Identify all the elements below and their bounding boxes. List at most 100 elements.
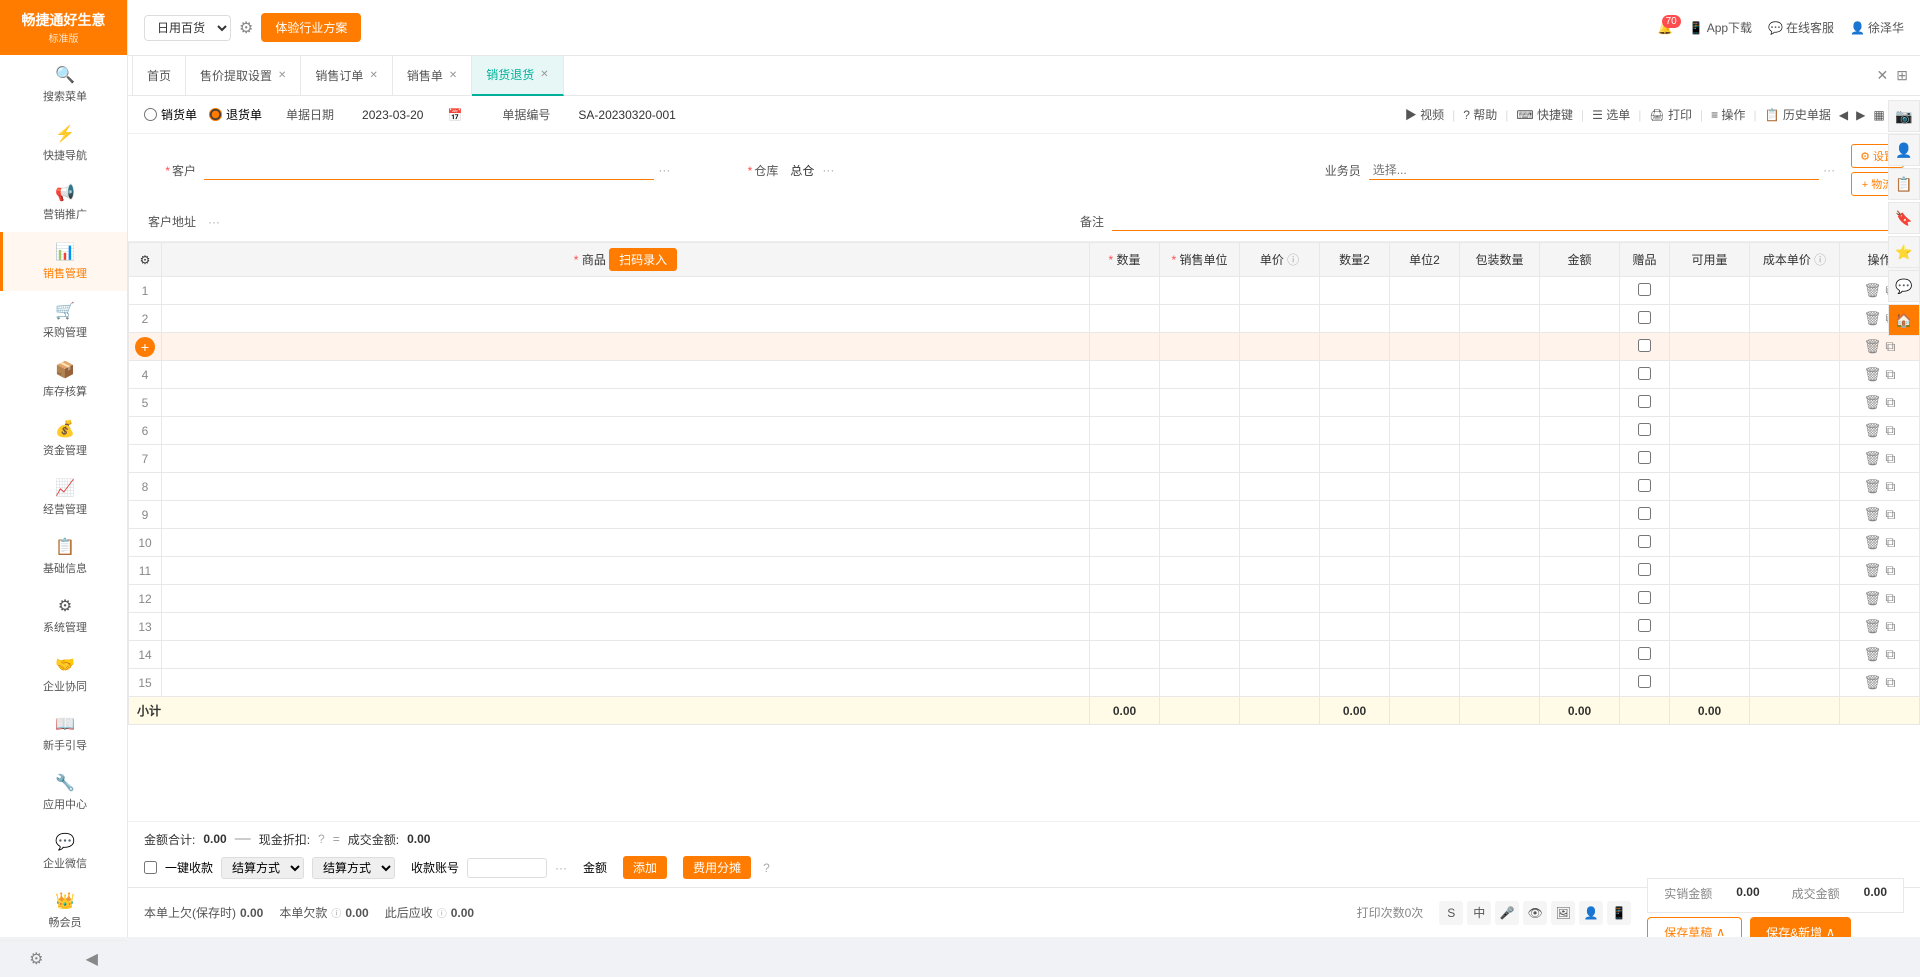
delete-row-icon[interactable]: 🗑 [1864,310,1882,327]
right-btn-photo[interactable]: 📷 [1888,100,1920,132]
qty2-cell[interactable] [1320,585,1390,613]
quantity-cell[interactable] [1090,585,1160,613]
unit2-cell[interactable] [1390,669,1460,697]
fee-split-button[interactable]: 费用分摊 [683,856,751,879]
gift-cell[interactable] [1620,585,1670,613]
amount-cell[interactable] [1540,277,1620,305]
salesperson-select-icon[interactable]: ··· [1823,163,1835,177]
gift-checkbox[interactable] [1638,535,1651,548]
gift-checkbox[interactable] [1638,283,1651,296]
unit2-cell[interactable] [1390,305,1460,333]
gift-cell[interactable] [1620,557,1670,585]
copy-row-icon[interactable]: ⧉ [1885,506,1895,523]
warehouse-select-icon[interactable]: ··· [822,163,834,177]
tool-person-icon[interactable]: 👤 [1579,901,1603,925]
unit2-cell[interactable] [1390,641,1460,669]
gift-checkbox[interactable] [1638,647,1651,660]
available-cell[interactable] [1670,641,1750,669]
unit2-cell[interactable] [1390,585,1460,613]
right-btn-msg[interactable]: 💬 [1888,270,1920,302]
radio-sales-invoice-input[interactable] [144,108,157,121]
quantity-cell[interactable] [1090,333,1160,361]
unit-price-cell[interactable] [1240,305,1320,333]
gift-cell[interactable] [1620,361,1670,389]
available-cell[interactable] [1670,333,1750,361]
category-select[interactable]: 日用百货 [144,15,231,41]
sales-unit-cell[interactable] [1160,305,1240,333]
quantity-cell[interactable] [1090,529,1160,557]
list-view-icon[interactable]: ▦ [1873,108,1884,122]
gift-checkbox[interactable] [1638,619,1651,632]
cost-price-cell[interactable] [1750,473,1840,501]
unit2-cell[interactable] [1390,389,1460,417]
settings-icon[interactable]: ⚙ [29,949,43,969]
delete-row-icon[interactable]: 🗑 [1864,506,1882,523]
amount-cell[interactable] [1540,669,1620,697]
cost-price-cell[interactable] [1750,669,1840,697]
cost-price-cell[interactable] [1750,613,1840,641]
gift-cell[interactable] [1620,305,1670,333]
gift-cell[interactable] [1620,277,1670,305]
copy-row-icon[interactable]: ⧉ [1885,674,1895,691]
pack-qty-cell[interactable] [1460,669,1540,697]
notification-bell[interactable]: 🔔 70 [1658,21,1673,35]
unit-price-cell[interactable] [1240,277,1320,305]
qty2-cell[interactable] [1320,361,1390,389]
delete-row-icon[interactable]: 🗑 [1864,590,1882,607]
pick-btn[interactable]: ☰ 选单 [1592,106,1630,123]
gift-cell[interactable] [1620,333,1670,361]
radio-return[interactable]: 退货单 [209,106,262,123]
pack-qty-cell[interactable] [1460,305,1540,333]
unit-price-cell[interactable] [1240,389,1320,417]
sales-unit-cell[interactable] [1160,613,1240,641]
tool-phone-icon[interactable]: 📱 [1607,901,1631,925]
amount-cell[interactable] [1540,305,1620,333]
qty2-cell[interactable] [1320,641,1390,669]
product-input[interactable] [168,340,1083,354]
gift-cell[interactable] [1620,445,1670,473]
available-cell[interactable] [1670,501,1750,529]
sidebar-item-appstore[interactable]: 🔧 应用中心 [0,763,127,822]
quantity-cell[interactable] [1090,445,1160,473]
unit2-cell[interactable] [1390,277,1460,305]
gift-checkbox[interactable] [1638,675,1651,688]
sidebar-item-system[interactable]: ⚙ 系统管理 [0,586,127,645]
product-cell[interactable] [162,333,1090,361]
calendar-icon[interactable]: 📅 [447,108,462,122]
pack-qty-cell[interactable] [1460,417,1540,445]
delete-row-icon[interactable]: 🗑 [1864,338,1882,355]
qty2-cell[interactable] [1320,501,1390,529]
right-btn-doc[interactable]: 📋 [1888,168,1920,200]
amount-cell[interactable] [1540,417,1620,445]
prev-icon[interactable]: ◀ [1839,108,1848,122]
gift-checkbox[interactable] [1638,423,1651,436]
copy-row-icon[interactable]: ⧉ [1885,618,1895,635]
tab-sales-order[interactable]: 销售订单 ✕ [301,56,392,96]
quantity-cell[interactable] [1090,417,1160,445]
quantity-cell[interactable] [1090,501,1160,529]
qty2-cell[interactable] [1320,529,1390,557]
delete-row-icon[interactable]: 🗑 [1864,618,1882,635]
cost-price-cell[interactable] [1750,277,1840,305]
available-cell[interactable] [1670,473,1750,501]
save-draft-button[interactable]: 保存草稿 ∧ [1647,917,1742,938]
available-cell[interactable] [1670,613,1750,641]
add-button[interactable]: 添加 [623,856,667,879]
delete-row-icon[interactable]: 🗑 [1864,674,1882,691]
qty2-cell[interactable] [1320,277,1390,305]
quantity-cell[interactable] [1090,389,1160,417]
tab-close-icon[interactable]: ✕ [540,69,548,80]
delete-row-icon[interactable]: 🗑 [1864,478,1882,495]
copy-row-icon[interactable]: ⧉ [1885,338,1895,355]
product-cell[interactable] [162,389,1090,417]
available-cell[interactable] [1670,445,1750,473]
print-btn[interactable]: 🖨 打印 [1649,106,1692,123]
amount-cell[interactable] [1540,585,1620,613]
unit-price-cell[interactable] [1240,557,1320,585]
tool-s-icon[interactable]: S [1439,901,1463,925]
amount-cell[interactable] [1540,557,1620,585]
delete-row-icon[interactable]: 🗑 [1864,366,1882,383]
unit-price-cell[interactable] [1240,641,1320,669]
pack-qty-cell[interactable] [1460,585,1540,613]
gift-cell[interactable] [1620,529,1670,557]
